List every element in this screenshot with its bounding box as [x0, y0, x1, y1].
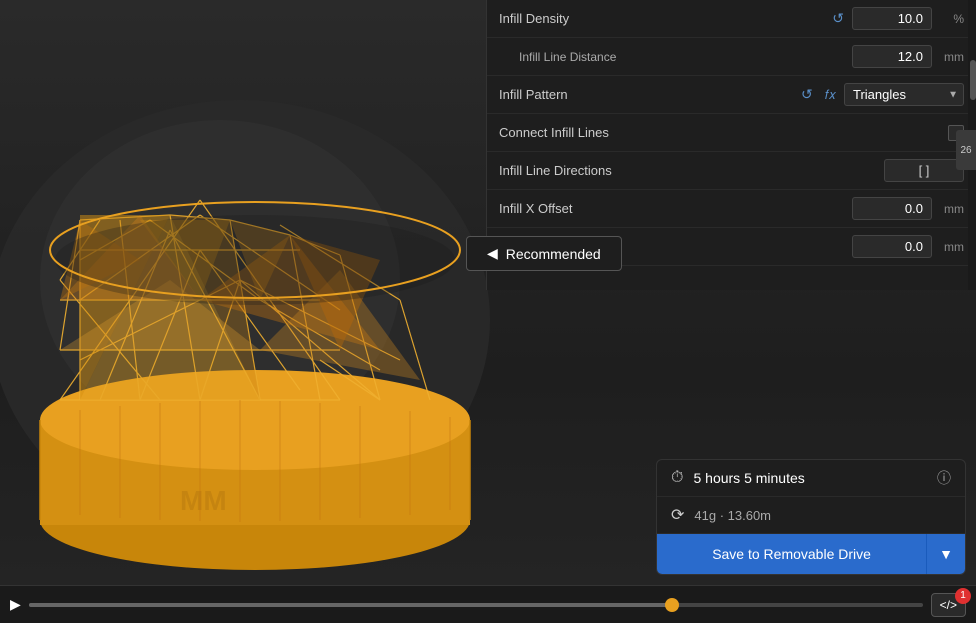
infill-line-directions-value[interactable]: [ ] [884, 159, 964, 182]
time-row: ⏱ 5 hours 5 minutes ⓘ [657, 460, 965, 497]
code-icon: </> [940, 598, 957, 612]
infill-pattern-controls: ↺ 𝑓𝑥 Grid Lines Triangles Tri Hexagon Cu… [797, 83, 964, 106]
infill-pattern-dropdown-wrapper: Grid Lines Triangles Tri Hexagon Cubic G… [844, 83, 964, 106]
time-label: 5 hours 5 minutes [693, 470, 927, 486]
infill-line-directions-controls: [ ] [884, 159, 964, 182]
scroll-thumb[interactable] [970, 60, 976, 100]
infill-density-unit: % [936, 12, 964, 26]
back-arrow-icon: ◀ [487, 245, 498, 262]
infill-x-offset-label: Infill X Offset [499, 201, 852, 216]
infill-density-controls: ↺ % [828, 7, 964, 30]
infill-x-offset-input[interactable] [852, 197, 932, 220]
layer-counter[interactable]: 26 [956, 130, 976, 170]
infill-x-offset-unit: mm [936, 202, 964, 216]
infill-pattern-select[interactable]: Grid Lines Triangles Tri Hexagon Cubic G… [844, 83, 964, 106]
save-dropdown-button[interactable]: ▼ [926, 534, 965, 574]
infill-y-offset-input[interactable] [852, 235, 932, 258]
infill-pattern-label: Infill Pattern [499, 87, 797, 102]
infill-pattern-reset[interactable]: ↺ [797, 84, 817, 105]
time-icon: ⏱ [671, 469, 683, 487]
layer-count-value: 26 [960, 145, 971, 156]
chevron-down-icon: ▼ [939, 546, 953, 562]
connect-infill-lines-row: Connect Infill Lines [487, 114, 976, 152]
connect-infill-lines-label: Connect Infill Lines [499, 125, 948, 140]
infill-line-directions-row: Infill Line Directions [ ] [487, 152, 976, 190]
infill-x-offset-row: Infill X Offset mm [487, 190, 976, 228]
infill-y-offset-controls: mm [852, 235, 964, 258]
save-row: Save to Removable Drive ▼ [657, 534, 965, 574]
infill-x-offset-controls: mm [852, 197, 964, 220]
infill-density-row: Infill Density ↺ % [487, 0, 976, 38]
infill-pattern-row: Infill Pattern ↺ 𝑓𝑥 Grid Lines Triangles… [487, 76, 976, 114]
filament-label: 41g · 13.60m [694, 508, 771, 523]
infill-density-input[interactable] [852, 7, 932, 30]
infill-line-distance-unit: mm [936, 50, 964, 64]
infill-density-label: Infill Density [499, 11, 828, 26]
scrubber-track[interactable] [29, 603, 923, 607]
scrubber-thumb[interactable] [665, 598, 679, 612]
infill-density-reset[interactable]: ↺ [828, 8, 848, 29]
scrubber-fill [29, 603, 673, 607]
infill-line-distance-label: Infill Line Distance [499, 50, 852, 64]
infill-line-distance-input[interactable] [852, 45, 932, 68]
info-panel: ⏱ 5 hours 5 minutes ⓘ ⟳ 41g · 13.60m Sav… [656, 459, 966, 575]
recommended-button[interactable]: ◀ Recommended [466, 236, 622, 271]
infill-line-distance-row: Infill Line Distance mm [487, 38, 976, 76]
filament-row: ⟳ 41g · 13.60m [657, 497, 965, 534]
filament-icon: ⟳ [671, 505, 684, 525]
infill-pattern-fx[interactable]: 𝑓𝑥 [821, 85, 840, 105]
infill-line-directions-label: Infill Line Directions [499, 163, 884, 178]
bottom-bar: ▶ </> 1 [0, 585, 976, 623]
info-circle-icon: ⓘ [937, 470, 951, 486]
notification-badge: 1 [955, 588, 971, 604]
play-button[interactable]: ▶ [10, 596, 21, 613]
svg-text:MM: MM [180, 485, 227, 516]
infill-line-distance-controls: mm [852, 45, 964, 68]
infill-y-offset-unit: mm [936, 240, 964, 254]
save-button[interactable]: Save to Removable Drive [657, 534, 926, 574]
recommended-label: Recommended [506, 246, 601, 262]
time-info-button[interactable]: ⓘ [937, 468, 951, 488]
code-button[interactable]: </> 1 [931, 593, 966, 617]
